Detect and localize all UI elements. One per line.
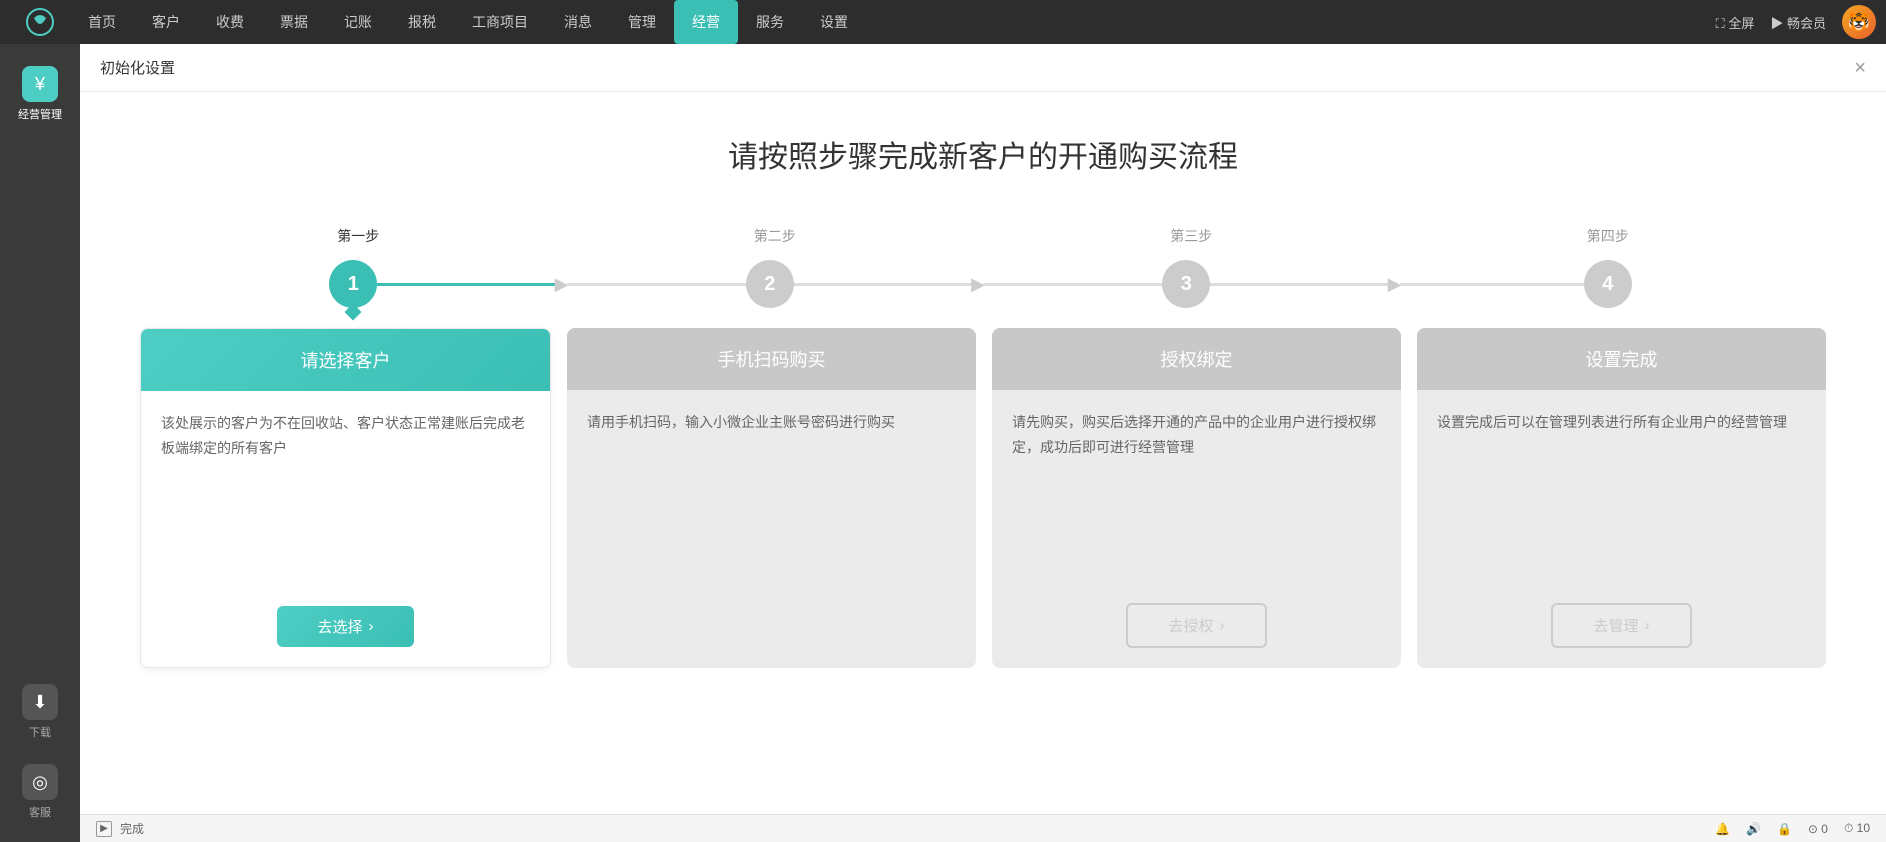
card-2-body: 请用手机扫码，输入小微企业主账号密码进行购买 [567,390,976,632]
main-content: 请按照步骤完成新客户的开通购买流程 第一步 1 ▶ [80,92,1886,814]
card-4-body: 设置完成后可以在管理列表进行所有企业用户的经营管理 [1417,390,1826,587]
sidebar-item-download[interactable]: ⬇ 下载 [0,672,80,752]
nav-service[interactable]: 服务 [738,0,802,44]
step-3-line-left [983,283,1162,286]
avatar[interactable]: 🐯 [1842,5,1876,39]
nav-items: 首页 客户 收费 票据 记账 报税 工商项目 消息 管理 经营 服务 设置 [70,0,1716,44]
close-button[interactable]: × [1854,58,1866,78]
nav-customer[interactable]: 客户 [134,0,198,44]
step-2-wrapper: 第二步 2 ▶ [567,226,984,308]
sidebar-item-support[interactable]: ◎ 客服 [0,752,80,832]
card-3-header: 授权绑定 [992,328,1401,390]
volume-icon[interactable]: 🔊 [1746,822,1761,836]
card-3-footer: 去授权 › [992,587,1401,668]
step-3-circle: 3 [1162,260,1210,308]
step-2-label: 第二步 [754,226,796,246]
step-1-line [377,283,556,286]
cards-row: 请选择客户 该处展示的客户为不在回收站、客户状态正常建账后完成老板端绑定的所有客… [140,328,1826,668]
app-logo [10,0,70,44]
step-3-label: 第三步 [1170,226,1212,246]
step-4-label: 第四步 [1587,226,1629,246]
step-1-wrapper: 第一步 1 ▶ [150,226,567,308]
card-1-body: 该处展示的客户为不在回收站、客户状态正常建账后完成老板端绑定的所有客户 [141,391,550,590]
sidebar-support-label: 客服 [29,804,51,820]
vip-icon[interactable]: ▶ 畅会员 [1770,13,1826,32]
chevron-right-icon-4: › [1645,617,1650,634]
notification-icon[interactable]: 🔔 [1715,822,1730,836]
step-4-line-left [1400,283,1584,286]
step-2-line-right [794,283,973,286]
card-1-header: 请选择客户 [141,329,550,391]
step-card-3: 授权绑定 请先购买，购买后选择开通的产品中的企业用户进行授权绑定，成功后即可进行… [992,328,1401,668]
status-bar: ▶ 完成 🔔 🔊 🔒 ⊙ 0 ⏱ 10 [80,814,1886,842]
nav-tax[interactable]: 报税 [390,0,454,44]
step-4-circle: 4 [1584,260,1632,308]
go-manage-button[interactable]: 去管理 › [1551,603,1691,648]
nav-ticket[interactable]: 票据 [262,0,326,44]
card-1-footer: 去选择 › [141,590,550,667]
card-2-footer [567,632,976,668]
status-bar-left: ▶ 完成 [96,820,144,837]
fullscreen-icon[interactable]: ⛶ 全屏 [1716,13,1755,32]
nav-business[interactable]: 工商项目 [454,0,546,44]
nav-operation[interactable]: 经营 [674,0,738,44]
step-card-2: 手机扫码购买 请用手机扫码，输入小微企业主账号密码进行购买 [567,328,976,668]
step-1-circle: 1 [329,260,377,308]
play-button[interactable]: ▶ [96,821,112,837]
sidebar: ¥ 经营管理 ⬇ 下载 ◎ 客服 [0,44,80,842]
go-select-button[interactable]: 去选择 › [277,606,413,647]
step-card-4: 设置完成 设置完成后可以在管理列表进行所有企业用户的经营管理 去管理 › [1417,328,1826,668]
nav-fee[interactable]: 收费 [198,0,262,44]
chevron-right-icon: › [369,618,374,635]
support-icon: ◎ [22,764,58,800]
nav-accounting[interactable]: 记账 [326,0,390,44]
step-3-line-right [1210,283,1389,286]
content-area: 初始化设置 × 请按照步骤完成新客户的开通购买流程 第一步 1 [80,44,1886,842]
go-authorize-button[interactable]: 去授权 › [1126,603,1266,648]
nav-manage[interactable]: 管理 [610,0,674,44]
status-text: 完成 [120,820,144,837]
download-icon: ⬇ [22,684,58,720]
step-2-line-left [567,283,746,286]
count-display: ⊙ 0 [1808,822,1828,836]
timer-display: ⏱ 10 [1844,821,1870,836]
card-4-footer: 去管理 › [1417,587,1826,668]
top-navigation: 首页 客户 收费 票据 记账 报税 工商项目 消息 管理 经营 服务 设置 ⛶ … [0,0,1886,44]
sidebar-item-operation[interactable]: ¥ 经营管理 [0,54,80,134]
card-4-header: 设置完成 [1417,328,1826,390]
sidebar-download-label: 下载 [29,724,51,740]
page-title: 初始化设置 [100,57,175,78]
card-3-body: 请先购买，购买后选择开通的产品中的企业用户进行授权绑定，成功后即可进行经营管理 [992,390,1401,587]
card-2-header: 手机扫码购买 [567,328,976,390]
operation-icon: ¥ [22,66,58,102]
lock-icon[interactable]: 🔒 [1777,822,1792,836]
step-1-label: 第一步 [337,226,379,246]
step-4-wrapper: 第四步 4 [1400,226,1817,308]
nav-settings[interactable]: 设置 [802,0,866,44]
sidebar-item-label: 经营管理 [18,106,62,122]
nav-home[interactable]: 首页 [70,0,134,44]
page-header: 初始化设置 × [80,44,1886,92]
chevron-right-icon-3: › [1220,617,1225,634]
step-card-1: 请选择客户 该处展示的客户为不在回收站、客户状态正常建账后完成老板端绑定的所有客… [140,328,551,668]
status-bar-right: 🔔 🔊 🔒 ⊙ 0 ⏱ 10 [1715,821,1870,836]
nav-message[interactable]: 消息 [546,0,610,44]
right-tools: ⛶ 全屏 ▶ 畅会员 🐯 [1716,5,1876,39]
step-2-circle: 2 [746,260,794,308]
step-3-wrapper: 第三步 3 ▶ [983,226,1400,308]
main-layout: ¥ 经营管理 ⬇ 下载 ◎ 客服 初始化设置 × 请按照步骤完成新客户的开通购买… [0,44,1886,842]
main-title: 请按照步骤完成新客户的开通购买流程 [140,132,1826,176]
